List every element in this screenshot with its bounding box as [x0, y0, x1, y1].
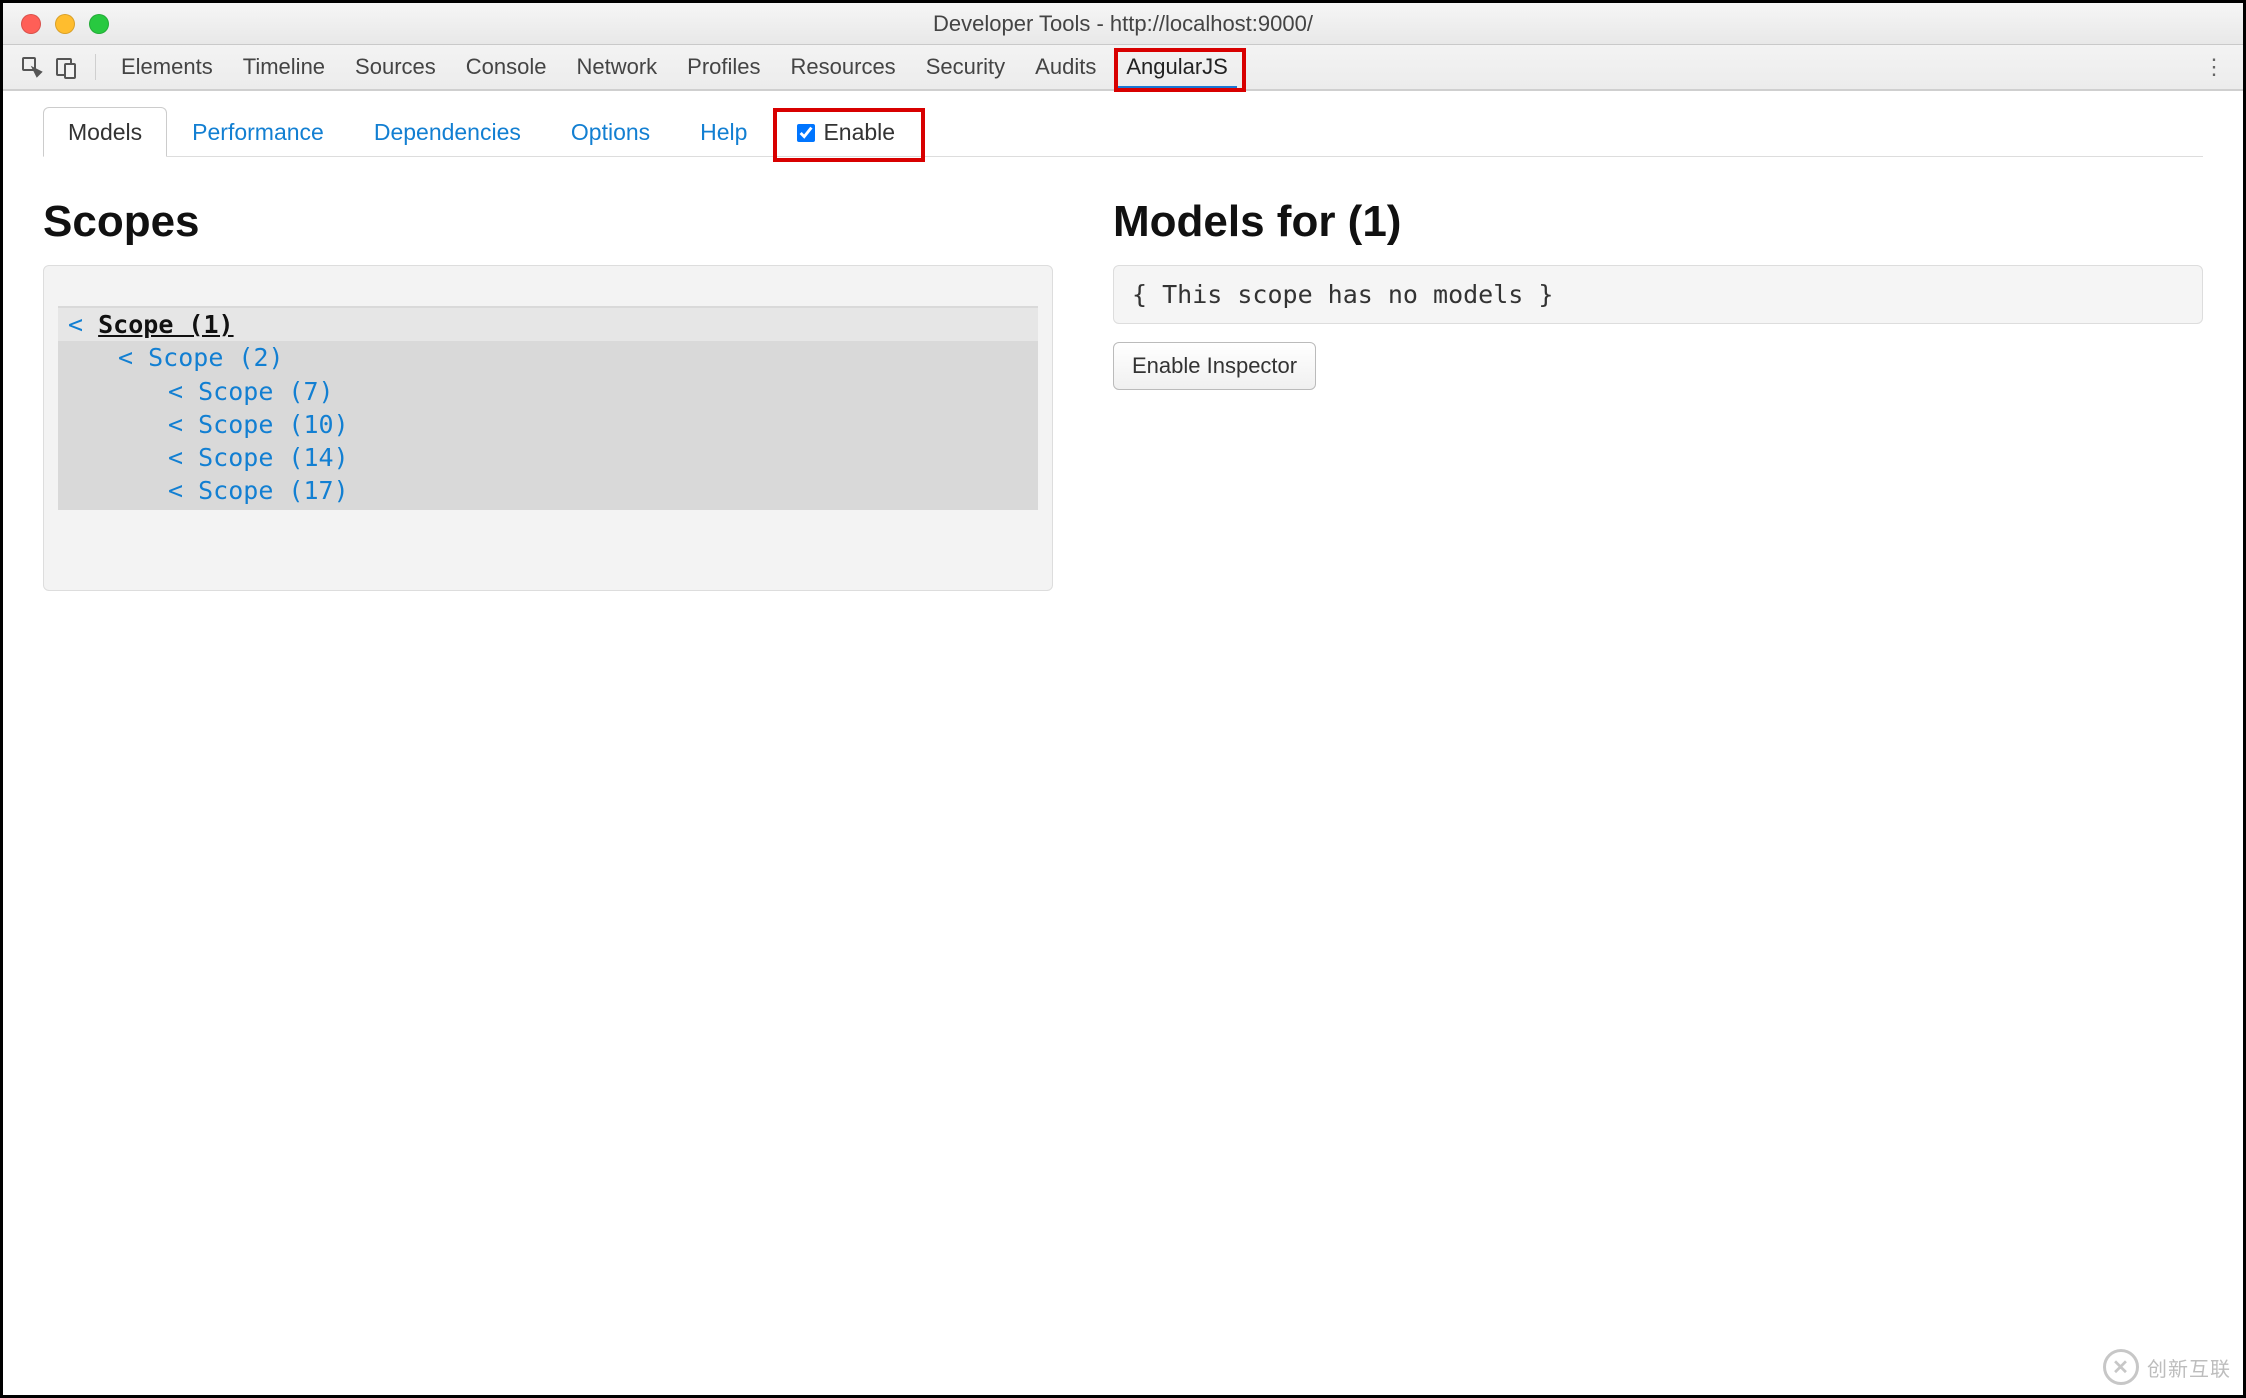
- subtab-options-label: Options: [571, 119, 650, 146]
- tab-security-label: Security: [926, 54, 1005, 80]
- scope-link[interactable]: Scope (10): [198, 410, 349, 439]
- tab-angularjs[interactable]: AngularJS: [1111, 45, 1243, 89]
- tab-console[interactable]: Console: [451, 45, 562, 89]
- scopes-panel: Scopes < Scope (1)< Scope (2)< Scope (7)…: [43, 197, 1053, 591]
- scope-row[interactable]: < Scope (17): [58, 474, 1038, 507]
- watermark-icon: ✕: [2103, 1349, 2139, 1385]
- tab-angularjs-label: AngularJS: [1126, 54, 1228, 80]
- more-options-icon[interactable]: ⋮: [2203, 64, 2225, 70]
- subtab-help-label: Help: [700, 119, 747, 146]
- tab-sources[interactable]: Sources: [340, 45, 451, 89]
- traffic-lights: [3, 14, 109, 34]
- subtab-dependencies[interactable]: Dependencies: [349, 107, 546, 157]
- subtab-options[interactable]: Options: [546, 107, 675, 157]
- scope-link[interactable]: Scope (17): [198, 476, 349, 505]
- tab-audits-label: Audits: [1035, 54, 1096, 80]
- angularjs-panel: Models Performance Dependencies Options …: [3, 91, 2243, 591]
- inspect-element-icon[interactable]: [17, 52, 47, 82]
- maximize-window-button[interactable]: [89, 14, 109, 34]
- tab-elements-label: Elements: [121, 54, 213, 80]
- chevron-left-icon: <: [168, 476, 198, 505]
- tab-sources-label: Sources: [355, 54, 436, 80]
- subtab-performance-label: Performance: [192, 119, 324, 146]
- minimize-window-button[interactable]: [55, 14, 75, 34]
- subtab-models-label: Models: [68, 119, 142, 146]
- devtools-main-tabs: Elements Timeline Sources Console Networ…: [3, 45, 2243, 91]
- tab-elements[interactable]: Elements: [106, 45, 228, 89]
- scope-row[interactable]: < Scope (1): [58, 308, 1038, 341]
- chevron-left-icon: <: [168, 410, 198, 439]
- scope-link[interactable]: Scope (1): [98, 310, 233, 339]
- tab-timeline-label: Timeline: [243, 54, 325, 80]
- window-title: Developer Tools - http://localhost:9000/: [3, 11, 2243, 37]
- tab-security[interactable]: Security: [911, 45, 1020, 89]
- close-window-button[interactable]: [21, 14, 41, 34]
- scope-row[interactable]: < Scope (7): [58, 375, 1038, 408]
- watermark-text: 创新互联: [2147, 1353, 2231, 1382]
- models-title: Models for (1): [1113, 197, 2203, 247]
- chevron-left-icon: <: [68, 310, 98, 339]
- models-panel: Models for (1) { This scope has no model…: [1113, 197, 2203, 591]
- watermark: ✕ 创新互联: [2103, 1349, 2231, 1385]
- tab-timeline[interactable]: Timeline: [228, 45, 340, 89]
- chevron-left-icon: <: [168, 377, 198, 406]
- subtab-performance[interactable]: Performance: [167, 107, 349, 157]
- tab-resources-label: Resources: [791, 54, 896, 80]
- chevron-left-icon: <: [168, 443, 198, 472]
- tab-profiles-label: Profiles: [687, 54, 760, 80]
- device-toolbar-icon[interactable]: [51, 52, 81, 82]
- scope-row[interactable]: < Scope (10): [58, 408, 1038, 441]
- angularjs-subtabs: Models Performance Dependencies Options …: [43, 107, 2203, 157]
- subtab-help[interactable]: Help: [675, 107, 772, 157]
- scope-link[interactable]: Scope (2): [148, 343, 283, 372]
- tab-resources[interactable]: Resources: [776, 45, 911, 89]
- scope-row[interactable]: < Scope (14): [58, 441, 1038, 474]
- enable-checkbox[interactable]: [797, 124, 815, 142]
- scope-link[interactable]: Scope (14): [198, 443, 349, 472]
- enable-inspector-button[interactable]: Enable Inspector: [1113, 342, 1316, 390]
- subtab-models[interactable]: Models: [43, 107, 167, 157]
- tab-console-label: Console: [466, 54, 547, 80]
- window-titlebar: Developer Tools - http://localhost:9000/: [3, 3, 2243, 45]
- models-empty-message: { This scope has no models }: [1113, 265, 2203, 324]
- toolbar-separator: [95, 54, 96, 80]
- tab-network-label: Network: [576, 54, 657, 80]
- scopes-tree-box: < Scope (1)< Scope (2)< Scope (7)< Scope…: [43, 265, 1053, 591]
- scope-link[interactable]: Scope (7): [198, 377, 333, 406]
- scopes-title: Scopes: [43, 197, 1053, 247]
- scope-row[interactable]: < Scope (2): [58, 341, 1038, 374]
- chevron-left-icon: <: [118, 343, 148, 372]
- subtab-enable[interactable]: Enable: [772, 107, 920, 157]
- tab-audits[interactable]: Audits: [1020, 45, 1111, 89]
- tab-network[interactable]: Network: [561, 45, 672, 89]
- tab-profiles[interactable]: Profiles: [672, 45, 775, 89]
- subtab-dependencies-label: Dependencies: [374, 119, 521, 146]
- scope-tree: < Scope (1)< Scope (2)< Scope (7)< Scope…: [58, 306, 1038, 510]
- subtab-enable-label: Enable: [823, 119, 895, 146]
